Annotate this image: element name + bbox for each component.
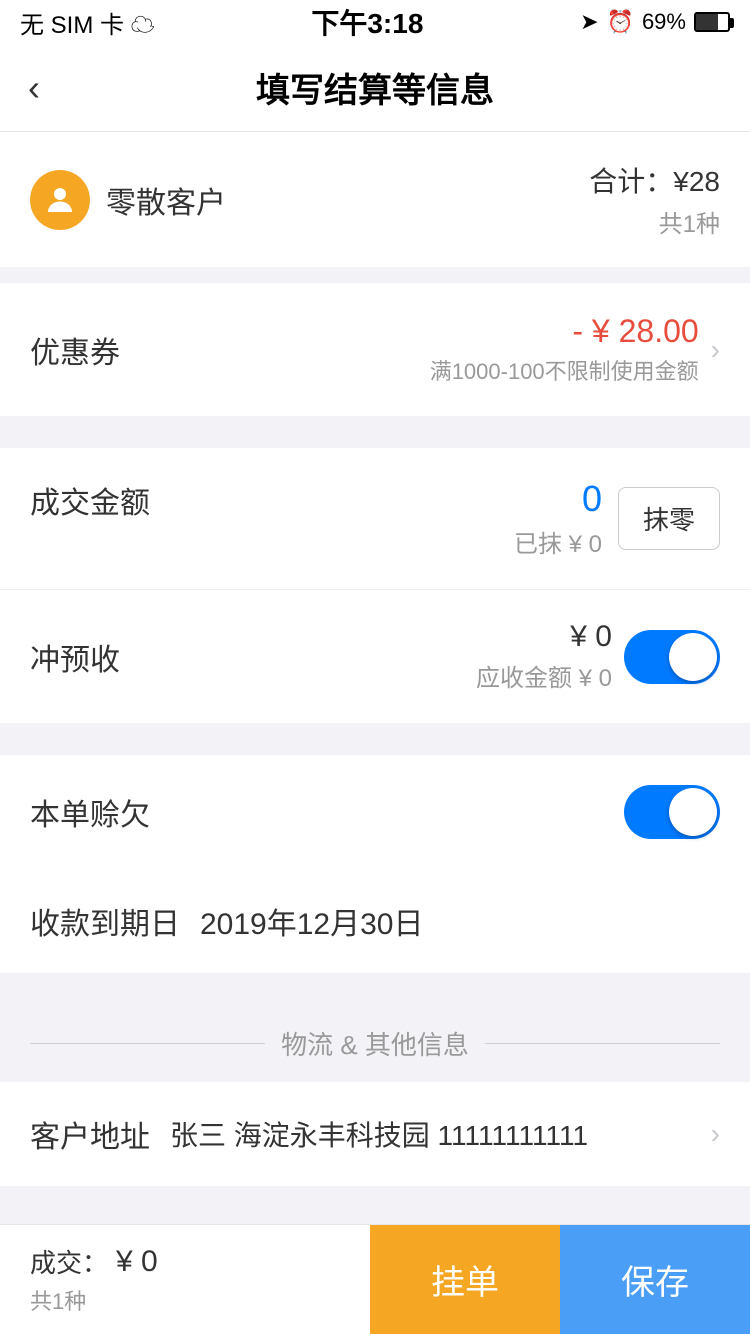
prepayment-right: ¥ 0 应收金额 ¥ 0 xyxy=(476,620,720,693)
bottom-count: 共1种 xyxy=(30,1284,340,1316)
customer-avatar xyxy=(30,170,90,230)
customer-total: 合计：¥28 xyxy=(589,160,720,200)
transaction-row: 成交金额 0 已抹 ¥ 0 抹零 xyxy=(0,448,750,590)
address-label: 客户地址 xyxy=(30,1112,150,1156)
address-card: 客户地址 张三 海淀永丰科技园 11111111111 › xyxy=(0,1082,750,1186)
status-right: ➤ ⏰ 69% xyxy=(580,9,730,35)
coupon-sub: 满1000-100不限制使用金额 xyxy=(430,354,699,386)
coupon-label: 优惠券 xyxy=(30,328,120,372)
logistics-divider: 物流 & 其他信息 xyxy=(0,1005,750,1082)
prepayment-sub: 应收金额 ¥ 0 xyxy=(476,658,612,693)
customer-name: 零散客户 xyxy=(106,178,226,222)
address-chevron-icon: › xyxy=(711,1118,720,1150)
divider-2 xyxy=(0,739,750,755)
customer-row: 零散客户 合计：¥28 共1种 xyxy=(0,132,750,267)
divider-1 xyxy=(0,432,750,448)
nav-bar: ‹ 填写结算等信息 xyxy=(0,44,750,132)
bottom-transact-label: 成交： xyxy=(30,1243,108,1280)
hang-button[interactable]: 挂单 xyxy=(370,1225,560,1334)
coupon-card: 优惠券 - ¥ 28.00 满1000-100不限制使用金额 › xyxy=(0,283,750,416)
debit-label: 本单赊欠 xyxy=(30,790,150,834)
bottom-transact-value: ¥ 0 xyxy=(116,1245,158,1279)
prepayment-value: ¥ 0 xyxy=(476,620,612,654)
bottom-info: 成交： ¥ 0 共1种 xyxy=(0,1243,370,1316)
debit-toggle[interactable] xyxy=(624,785,720,839)
back-button[interactable]: ‹ xyxy=(28,67,40,109)
prepayment-row: 冲预收 ¥ 0 应收金额 ¥ 0 xyxy=(0,590,750,723)
save-button[interactable]: 保存 xyxy=(560,1225,750,1334)
status-left: 无 SIM 卡 ☁ xyxy=(20,5,155,40)
location-icon: ➤ xyxy=(580,9,598,35)
coupon-right: - ¥ 28.00 满1000-100不限制使用金额 › xyxy=(430,313,720,386)
due-date-row: 收款到期日 2019年12月30日 xyxy=(0,869,750,973)
status-time: 下午3:18 xyxy=(311,2,423,42)
battery-text: 69% xyxy=(642,9,686,35)
battery-icon xyxy=(694,12,730,32)
customer-left: 零散客户 xyxy=(30,170,226,230)
prepayment-toggle[interactable] xyxy=(624,630,720,684)
transaction-sub: 已抹 ¥ 0 xyxy=(514,524,602,559)
transaction-card: 成交金额 0 已抹 ¥ 0 抹零 冲预收 ¥ 0 应收金额 ¥ 0 xyxy=(0,448,750,723)
due-date-value[interactable]: 2019年12月30日 xyxy=(200,899,423,943)
address-row[interactable]: 客户地址 张三 海淀永丰科技园 11111111111 › xyxy=(0,1082,750,1186)
customer-card: 零散客户 合计：¥28 共1种 xyxy=(0,132,750,267)
page-title: 填写结算等信息 xyxy=(256,63,494,112)
customer-count: 共1种 xyxy=(589,204,720,239)
person-icon xyxy=(42,182,78,218)
transaction-label: 成交金额 xyxy=(30,478,150,522)
signal-text: 无 SIM 卡 ☁ xyxy=(20,5,155,40)
transaction-value[interactable]: 0 xyxy=(514,478,602,520)
content: 零散客户 合计：¥28 共1种 优惠券 - ¥ 28.00 满1000-100不… xyxy=(0,132,750,1322)
alarm-icon: ⏰ xyxy=(607,9,634,35)
divider-3 xyxy=(0,989,750,1005)
coupon-chevron-icon: › xyxy=(711,334,720,366)
coupon-row[interactable]: 优惠券 - ¥ 28.00 满1000-100不限制使用金额 › xyxy=(0,283,750,416)
logistics-label: 物流 & 其他信息 xyxy=(281,1025,469,1062)
customer-right: 合计：¥28 共1种 xyxy=(589,160,720,239)
coupon-value: - ¥ 28.00 xyxy=(430,313,699,350)
round-button[interactable]: 抹零 xyxy=(618,487,720,550)
bottom-info-top: 成交： ¥ 0 xyxy=(30,1243,340,1280)
debit-row: 本单赊欠 xyxy=(0,755,750,869)
due-date-label: 收款到期日 xyxy=(30,899,180,943)
status-bar: 无 SIM 卡 ☁ 下午3:18 ➤ ⏰ 69% xyxy=(0,0,750,44)
transaction-right: 0 已抹 ¥ 0 抹零 xyxy=(514,478,720,559)
debit-card: 本单赊欠 收款到期日 2019年12月30日 xyxy=(0,755,750,973)
address-value: 张三 海淀永丰科技园 11111111111 xyxy=(170,1114,711,1154)
debit-right xyxy=(624,785,720,839)
bottom-bar: 成交： ¥ 0 共1种 挂单 保存 xyxy=(0,1224,750,1334)
prepayment-label: 冲预收 xyxy=(30,635,120,679)
